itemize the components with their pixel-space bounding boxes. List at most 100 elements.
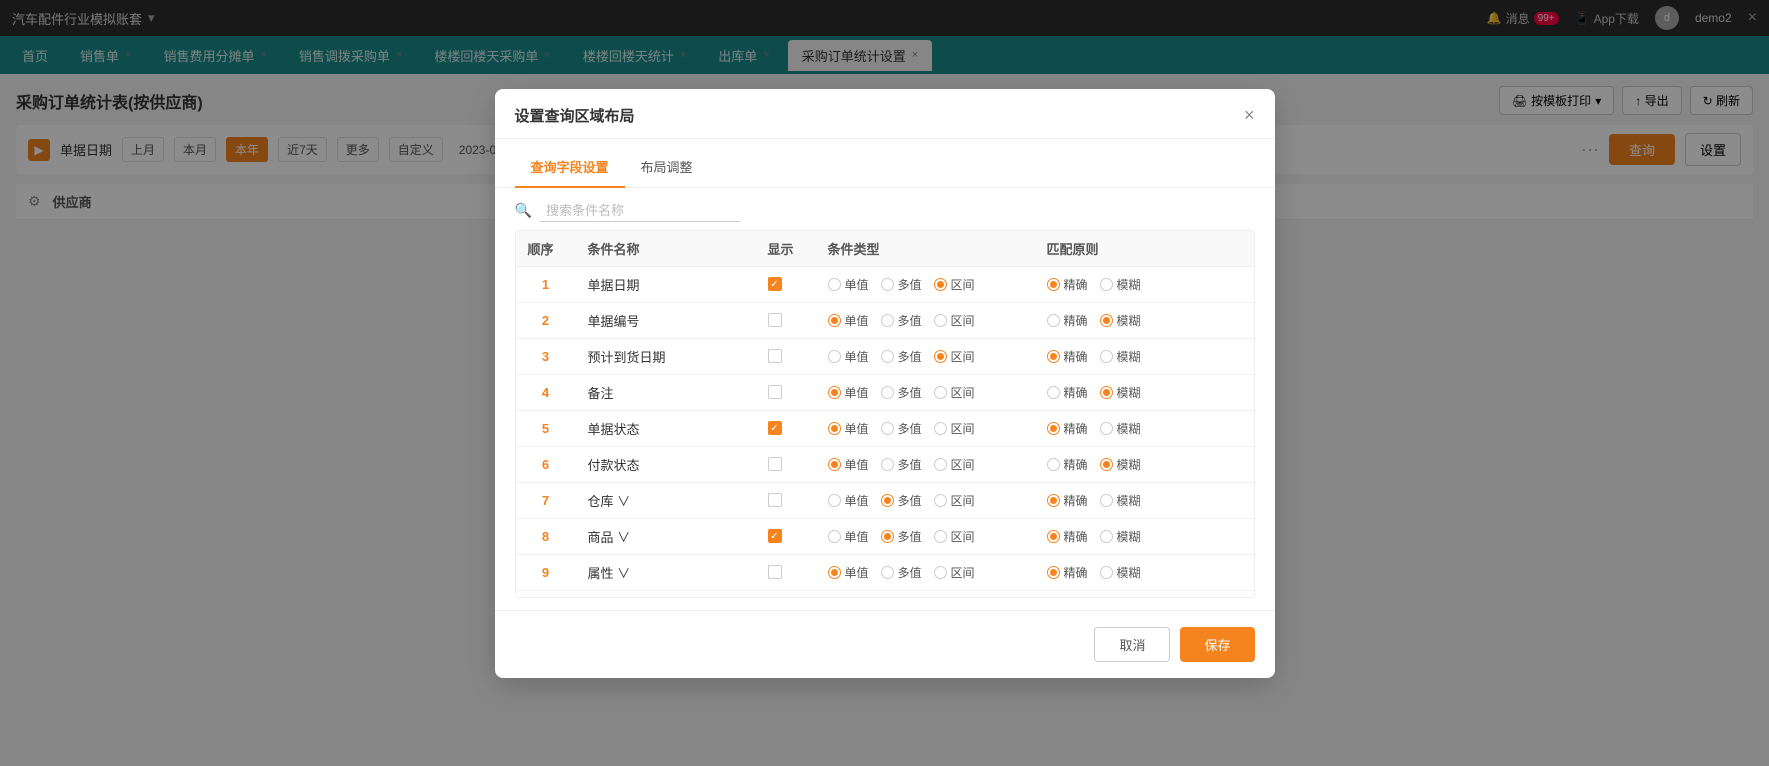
radio-dot xyxy=(828,350,841,363)
type-radio-item[interactable]: 区间 xyxy=(934,528,975,545)
type-radio-item[interactable]: 单值 xyxy=(828,348,869,365)
type-radio-item[interactable]: 单值 xyxy=(828,528,869,545)
display-checkbox[interactable] xyxy=(768,457,782,471)
dialog-close-button[interactable]: × xyxy=(1244,106,1255,124)
display-checkbox[interactable] xyxy=(768,349,782,363)
display-checkbox[interactable] xyxy=(768,529,782,543)
match-radio-item[interactable]: 模糊 xyxy=(1100,384,1141,401)
type-radio-item[interactable]: 多值 xyxy=(881,420,922,437)
type-radio-item[interactable]: 多值 xyxy=(881,276,922,293)
radio-dot xyxy=(881,530,894,543)
row-display-cell xyxy=(756,493,816,507)
type-radio-item[interactable]: 多值 xyxy=(881,348,922,365)
row-display-cell xyxy=(756,385,816,399)
type-radio-item[interactable]: 单值 xyxy=(828,312,869,329)
type-radio-item[interactable]: 区间 xyxy=(934,492,975,509)
match-radio-item[interactable]: 模糊 xyxy=(1100,420,1141,437)
type-radio-item[interactable]: 多值 xyxy=(881,492,922,509)
match-radio-item[interactable]: 精确 xyxy=(1047,348,1088,365)
type-radio-item[interactable]: 多值 xyxy=(881,312,922,329)
match-radio-item[interactable]: 模糊 xyxy=(1100,348,1141,365)
display-checkbox[interactable] xyxy=(768,493,782,507)
radio-dot xyxy=(828,314,841,327)
match-radio-item[interactable]: 精确 xyxy=(1047,384,1088,401)
match-radio-item[interactable]: 模糊 xyxy=(1100,528,1141,545)
match-radio-item[interactable]: 模糊 xyxy=(1100,456,1141,473)
type-radio-item[interactable]: 单值 xyxy=(828,420,869,437)
match-radio-item[interactable]: 模糊 xyxy=(1100,564,1141,581)
row-name: 单据编号 xyxy=(576,311,756,330)
table-header-row: 顺序 条件名称 显示 条件类型 匹配原则 xyxy=(516,231,1254,267)
table-row: 1单据日期单值多值区间精确模糊 xyxy=(516,267,1254,303)
match-radio-item[interactable]: 精确 xyxy=(1047,420,1088,437)
condition-table: 顺序 条件名称 显示 条件类型 匹配原则 1单据日期单值多值区间精确模糊2单据编… xyxy=(515,230,1255,598)
search-input[interactable] xyxy=(540,200,740,222)
type-radio-item[interactable]: 多值 xyxy=(881,384,922,401)
row-display-cell xyxy=(756,529,816,543)
type-radio-item[interactable]: 区间 xyxy=(934,276,975,293)
radio-label: 单值 xyxy=(845,564,869,581)
row-match-cell: 精确模糊 xyxy=(1035,492,1254,509)
match-radio-item[interactable]: 精确 xyxy=(1047,312,1088,329)
match-radio-item[interactable]: 精确 xyxy=(1047,456,1088,473)
radio-label: 精确 xyxy=(1064,276,1088,293)
cancel-button[interactable]: 取消 xyxy=(1094,627,1170,662)
radio-label: 多值 xyxy=(898,384,922,401)
radio-label: 单值 xyxy=(845,348,869,365)
type-radio-item[interactable]: 单值 xyxy=(828,564,869,581)
type-radio-item[interactable]: 多值 xyxy=(881,528,922,545)
match-radio-item[interactable]: 精确 xyxy=(1047,564,1088,581)
type-radio-item[interactable]: 区间 xyxy=(934,312,975,329)
type-radio-item[interactable]: 区间 xyxy=(934,420,975,437)
table-row: 4备注单值多值区间精确模糊 xyxy=(516,375,1254,411)
dialog-tab-layout[interactable]: 布局调整 xyxy=(625,151,709,188)
match-radio-item[interactable]: 模糊 xyxy=(1100,276,1141,293)
row-order: 1 xyxy=(516,277,576,292)
type-radio-item[interactable]: 单值 xyxy=(828,276,869,293)
display-checkbox[interactable] xyxy=(768,565,782,579)
row-order: 5 xyxy=(516,421,576,436)
row-name: 属性 ∨ xyxy=(576,563,756,582)
row-display-cell xyxy=(756,565,816,579)
display-checkbox[interactable] xyxy=(768,421,782,435)
match-radio-item[interactable]: 精确 xyxy=(1047,528,1088,545)
radio-dot xyxy=(1047,350,1060,363)
match-radio-item[interactable]: 精确 xyxy=(1047,492,1088,509)
radio-label: 多值 xyxy=(898,348,922,365)
type-radio-item[interactable]: 单值 xyxy=(828,384,869,401)
col-type: 条件类型 xyxy=(816,239,1035,258)
table-row: 10有无商品图片单值多值区间精确模糊 xyxy=(516,591,1254,597)
match-radio-item[interactable]: 模糊 xyxy=(1100,312,1141,329)
radio-dot xyxy=(1100,314,1113,327)
type-radio-item[interactable]: 单值 xyxy=(828,492,869,509)
display-checkbox[interactable] xyxy=(768,313,782,327)
radio-dot xyxy=(934,278,947,291)
radio-dot xyxy=(1100,530,1113,543)
type-radio-item[interactable]: 多值 xyxy=(881,564,922,581)
table-row: 9属性 ∨单值多值区间精确模糊 xyxy=(516,555,1254,591)
radio-dot xyxy=(1100,422,1113,435)
display-checkbox[interactable] xyxy=(768,385,782,399)
radio-label: 模糊 xyxy=(1117,384,1141,401)
row-type-cell: 单值多值区间 xyxy=(816,420,1035,437)
type-radio-item[interactable]: 区间 xyxy=(934,456,975,473)
display-checkbox[interactable] xyxy=(768,277,782,291)
type-radio-item[interactable]: 区间 xyxy=(934,384,975,401)
radio-dot xyxy=(1100,386,1113,399)
save-button[interactable]: 保存 xyxy=(1180,627,1254,662)
row-name: 单据状态 xyxy=(576,419,756,438)
match-radio-item[interactable]: 精确 xyxy=(1047,276,1088,293)
radio-dot xyxy=(1100,278,1113,291)
radio-dot xyxy=(881,458,894,471)
type-radio-item[interactable]: 区间 xyxy=(934,564,975,581)
dialog-tab-query-fields[interactable]: 查询字段设置 xyxy=(515,151,625,188)
row-match-cell: 精确模糊 xyxy=(1035,528,1254,545)
type-radio-item[interactable]: 单值 xyxy=(828,456,869,473)
row-type-cell: 单值多值区间 xyxy=(816,276,1035,293)
radio-label: 单值 xyxy=(845,492,869,509)
row-match-cell: 精确模糊 xyxy=(1035,564,1254,581)
type-radio-item[interactable]: 区间 xyxy=(934,348,975,365)
match-radio-item[interactable]: 模糊 xyxy=(1100,492,1141,509)
type-radio-item[interactable]: 多值 xyxy=(881,456,922,473)
row-name: 备注 xyxy=(576,383,756,402)
